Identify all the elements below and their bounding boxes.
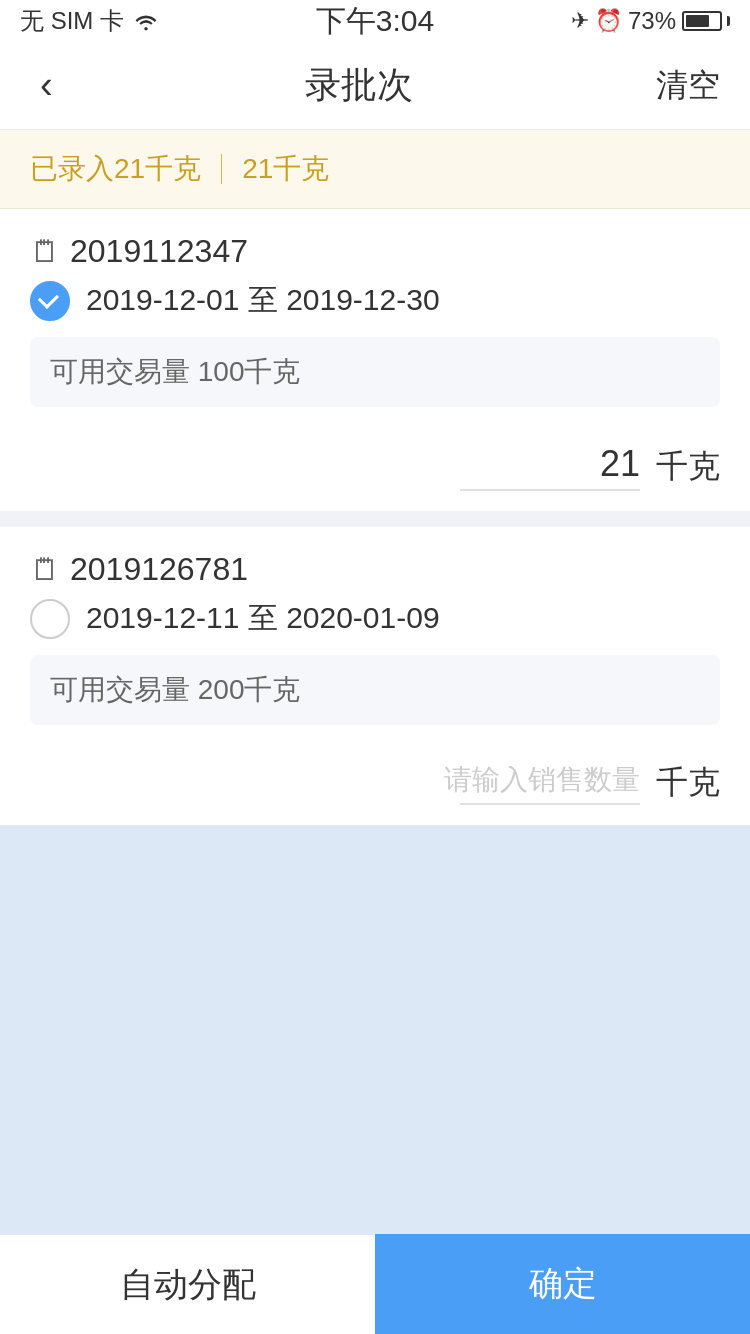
status-bar: 无 SIM 卡 下午3:04 ✈ ⏰ 73% [0, 0, 750, 42]
status-time: 下午3:04 [316, 1, 434, 42]
date-row-2: 2019-12-11 至 2020-01-09 [0, 598, 750, 655]
qty-input-wrapper-2: 请输入销售数量 [444, 761, 640, 805]
radio-btn-1[interactable] [30, 281, 70, 321]
qty-underline-1 [460, 489, 640, 491]
sim-label: 无 SIM 卡 [20, 5, 124, 37]
status-right: ✈ ⏰ 73% [571, 7, 730, 35]
battery-icon [682, 11, 730, 31]
total-label: 21千克 [242, 150, 329, 188]
card-separator-1 [0, 511, 750, 527]
available-qty-2: 可用交易量 200千克 [30, 655, 720, 725]
wifi-icon [132, 11, 160, 31]
nav-bar: ‹ 录批次 清空 [0, 42, 750, 130]
clear-button[interactable]: 清空 [656, 64, 720, 108]
summary-divider [221, 154, 222, 184]
batch-icon-2: 🗒 [30, 553, 60, 587]
available-qty-1: 可用交易量 100千克 [30, 337, 720, 407]
back-button[interactable]: ‹ [30, 54, 63, 117]
confirm-button[interactable]: 确定 [375, 1234, 750, 1334]
qty-row-2: 请输入销售数量 千克 [0, 745, 750, 825]
qty-underline-2 [460, 803, 640, 805]
batch-header-2: 🗒 2019126781 [0, 527, 750, 598]
page-title: 录批次 [305, 61, 413, 110]
bottom-bar: 自动分配 确定 [0, 1234, 750, 1334]
qty-unit-2: 千克 [656, 761, 720, 805]
qty-row-1: 21 千克 [0, 427, 750, 511]
date-range-2: 2019-12-11 至 2020-01-09 [86, 598, 440, 639]
qty-unit-1: 千克 [656, 445, 720, 489]
batch-icon-1: 🗒 [30, 235, 60, 269]
batch-header-1: 🗒 2019112347 [0, 209, 750, 280]
batch-item-2: 🗒 2019126781 2019-12-11 至 2020-01-09 可用交… [0, 527, 750, 825]
battery-percent: 73% [628, 7, 676, 35]
batch-number-2: 2019126781 [70, 551, 248, 588]
recorded-label: 已录入21千克 [30, 150, 201, 188]
auto-distribute-button[interactable]: 自动分配 [0, 1234, 375, 1334]
empty-area [0, 825, 750, 1234]
batch-item-1: 🗒 2019112347 2019-12-01 至 2019-12-30 可用交… [0, 209, 750, 511]
location-icon: ✈ [571, 8, 589, 34]
radio-btn-2[interactable] [30, 599, 70, 639]
content-area: 已录入21千克 21千克 🗒 2019112347 2019-12-01 至 2… [0, 130, 750, 1334]
qty-input-wrapper-1: 21 [460, 443, 640, 491]
qty-placeholder-2[interactable]: 请输入销售数量 [444, 761, 640, 799]
batch-number-1: 2019112347 [70, 233, 248, 270]
alarm-icon: ⏰ [595, 8, 622, 34]
date-range-1: 2019-12-01 至 2019-12-30 [86, 280, 440, 321]
status-left: 无 SIM 卡 [20, 5, 160, 37]
qty-value-1[interactable]: 21 [600, 443, 640, 485]
date-row-1: 2019-12-01 至 2019-12-30 [0, 280, 750, 337]
summary-banner: 已录入21千克 21千克 [0, 130, 750, 209]
